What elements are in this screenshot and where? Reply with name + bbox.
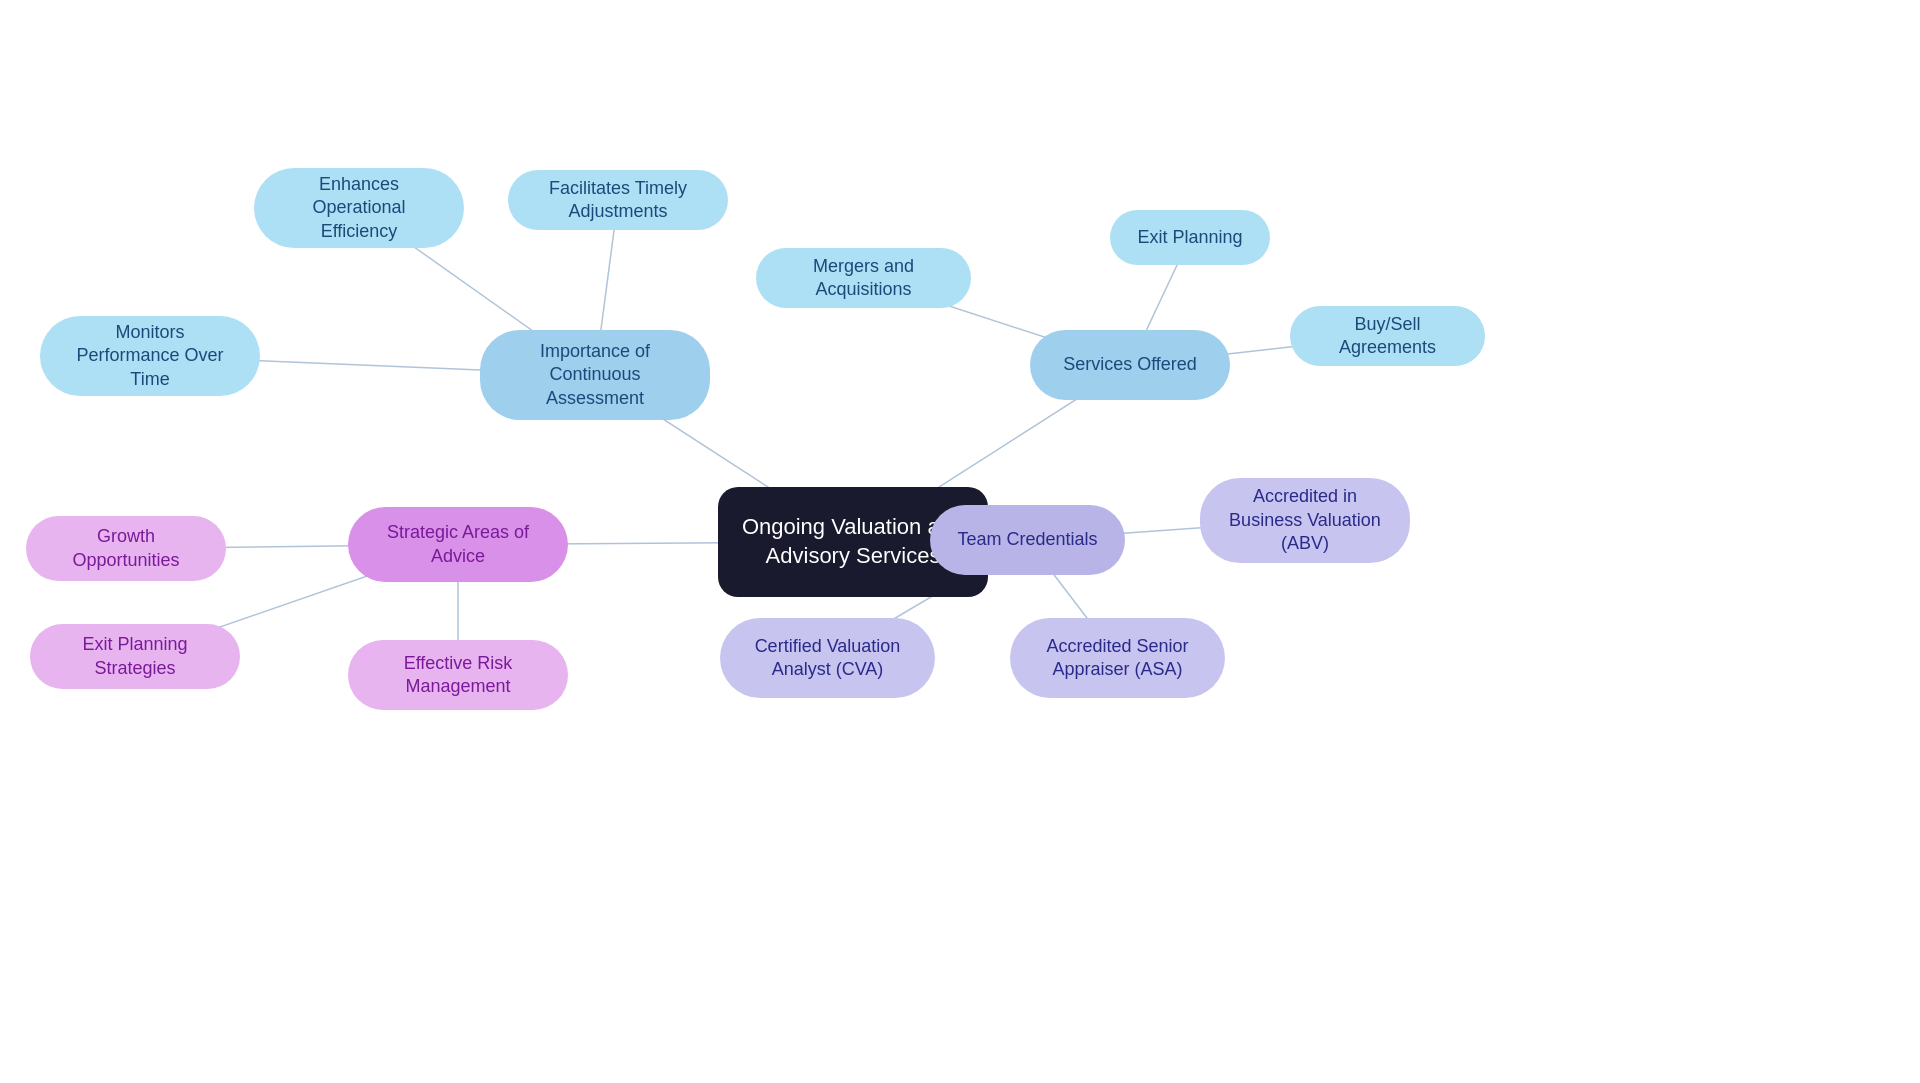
node-services_offered: Services Offered	[1030, 330, 1230, 400]
node-strategic_advice: Strategic Areas of Advice	[348, 507, 568, 582]
node-importance_continuous: Importance of Continuous Assessment	[480, 330, 710, 420]
node-effective_risk: Effective Risk Management	[348, 640, 568, 710]
node-cva: Certified Valuation Analyst (CVA)	[720, 618, 935, 698]
node-enhances_op: Enhances Operational Efficiency	[254, 168, 464, 248]
node-buysell: Buy/Sell Agreements	[1290, 306, 1485, 366]
node-asa: Accredited Senior Appraiser (ASA)	[1010, 618, 1225, 698]
node-mergers: Mergers and Acquisitions	[756, 248, 971, 308]
node-growth_opp: Growth Opportunities	[26, 516, 226, 581]
node-monitors: Monitors Performance Over Time	[40, 316, 260, 396]
node-team_creds: Team Credentials	[930, 505, 1125, 575]
node-facilitates: Facilitates Timely Adjustments	[508, 170, 728, 230]
node-exit_planning: Exit Planning	[1110, 210, 1270, 265]
node-abv: Accredited in Business Valuation (ABV)	[1200, 478, 1410, 563]
node-exit_strat: Exit Planning Strategies	[30, 624, 240, 689]
